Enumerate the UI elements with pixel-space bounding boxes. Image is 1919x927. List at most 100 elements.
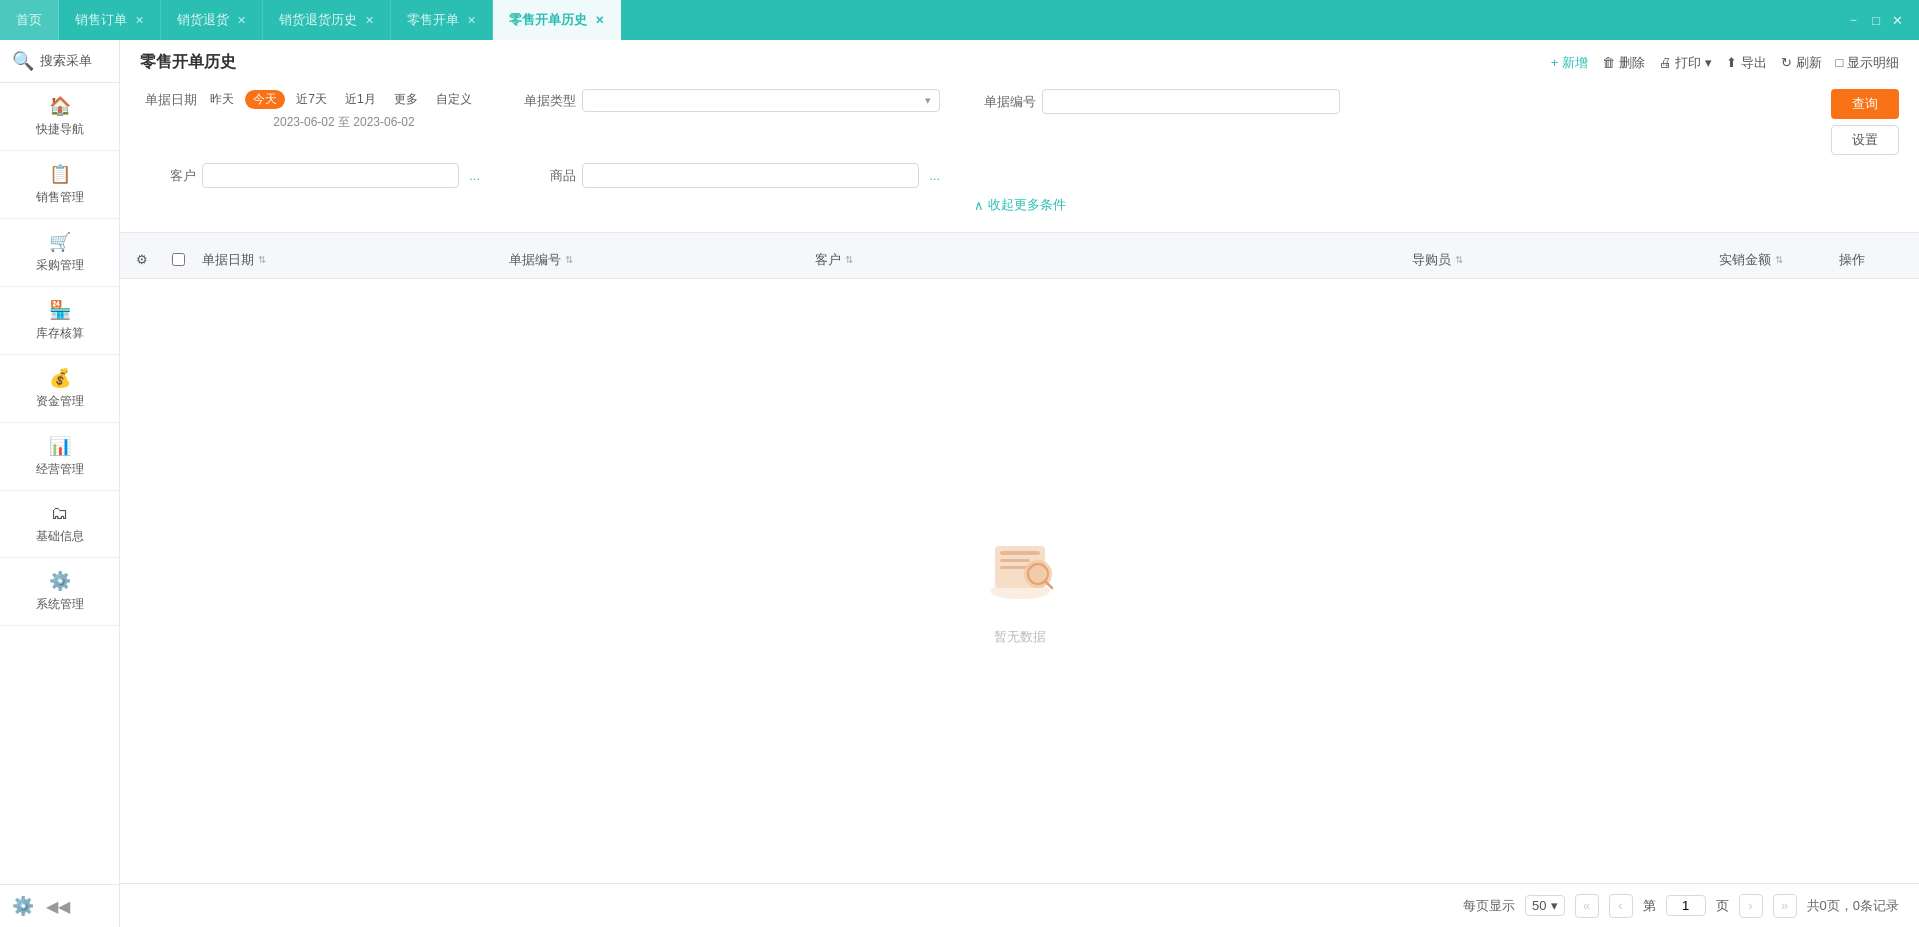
sidebar-item-search[interactable]: 🔍 搜索采单: [0, 40, 119, 83]
yesterday-btn[interactable]: 昨天: [203, 89, 241, 110]
refresh-button[interactable]: ↻ 刷新: [1781, 54, 1822, 72]
per-page-select[interactable]: 50 ▾: [1525, 895, 1564, 916]
amount-sort-icon: ⇅: [1775, 254, 1783, 265]
query-area: 单据日期 昨天 今天 近7天 近1月 更多 自定义 2023-06-: [140, 85, 1899, 232]
tab-home[interactable]: 首页: [0, 0, 59, 40]
last-page-btn[interactable]: »: [1773, 894, 1797, 918]
sidebar-item-system[interactable]: ⚙️ 系统管理: [0, 558, 119, 626]
display-detail-button[interactable]: □ 显示明细: [1836, 54, 1899, 72]
close-btn[interactable]: ✕: [1892, 13, 1903, 28]
th-checkbox[interactable]: [164, 253, 194, 266]
query-button[interactable]: 查询: [1831, 89, 1899, 119]
custom-btn[interactable]: 自定义: [429, 89, 479, 110]
maximize-btn[interactable]: □: [1872, 13, 1880, 28]
sidebar-item-finance[interactable]: 💰 资金管理: [0, 355, 119, 423]
delete-btn-label: 🗑 删除: [1602, 54, 1645, 72]
type-select[interactable]: ▾: [582, 89, 940, 112]
sidebar-item-inventory[interactable]: 🏪 库存核算: [0, 287, 119, 355]
sidebar-item-purchase-mgmt[interactable]: 🛒 采购管理: [0, 219, 119, 287]
tab-sales-return-history-label: 销货退货历史: [279, 11, 357, 29]
query-action-btns: 查询 设置: [1831, 89, 1899, 155]
num-input[interactable]: [1042, 89, 1340, 114]
th-guide[interactable]: 导购员 ⇅: [1404, 251, 1711, 269]
query-row-2: 客户 ... 商品 ...: [140, 159, 1899, 192]
sidebar-quick-nav-label: 快捷导航: [36, 121, 84, 138]
th-amount-label: 实销金额: [1719, 251, 1771, 269]
th-amount[interactable]: 实销金额 ⇅: [1711, 251, 1831, 269]
print-button[interactable]: 🖨 打印 ▾: [1659, 54, 1713, 72]
customer-input[interactable]: [202, 163, 459, 188]
tab-sales-order-close[interactable]: ✕: [135, 14, 144, 27]
window-controls: － □ ✕: [1847, 11, 1919, 29]
basic-info-icon: 🗂: [51, 503, 69, 524]
date-sort-icon: ⇅: [258, 254, 266, 265]
tab-sales-return-label: 销货退货: [177, 11, 229, 29]
th-num[interactable]: 单据编号 ⇅: [501, 251, 808, 269]
first-page-icon: «: [1583, 898, 1590, 913]
tab-retail-open[interactable]: 零售开单 ✕: [391, 0, 493, 40]
table-container: ⚙ 单据日期 ⇅ 单据编号 ⇅ 客户 ⇅ 导购员 ⇅: [120, 241, 1919, 883]
sidebar-settings-btn[interactable]: ⚙️: [12, 895, 34, 917]
tab-sales-return-history-close[interactable]: ✕: [365, 14, 374, 27]
th-customer[interactable]: 客户 ⇅: [807, 251, 1404, 269]
collapse-button[interactable]: ∧ 收起更多条件: [974, 196, 1066, 214]
collapse-up-icon: ∧: [974, 198, 984, 213]
tab-sales-order[interactable]: 销售订单 ✕: [59, 0, 161, 40]
sales-icon: 📋: [49, 163, 71, 185]
tab-retail-open-history[interactable]: 零售开单历史 ✕: [493, 0, 621, 40]
total-info: 共0页，0条记录: [1807, 897, 1899, 915]
th-settings[interactable]: ⚙: [128, 252, 164, 267]
num-field: 单据编号: [980, 89, 1340, 114]
add-button[interactable]: + 新增: [1551, 54, 1588, 72]
goods-input[interactable]: [582, 163, 919, 188]
sidebar-item-sales-mgmt[interactable]: 📋 销售管理: [0, 151, 119, 219]
prev-page-icon: ‹: [1618, 898, 1622, 913]
sidebar-bottom: ⚙️ ◀◀: [0, 884, 119, 927]
tab-retail-open-close[interactable]: ✕: [467, 14, 476, 27]
last-page-icon: »: [1781, 898, 1788, 913]
collapse-bar: ∧ 收起更多条件: [140, 192, 1899, 222]
last1month-btn[interactable]: 近1月: [338, 89, 383, 110]
tab-sales-return-close[interactable]: ✕: [237, 14, 246, 27]
date-range: 2023-06-02 至 2023-06-02: [273, 115, 414, 129]
th-date[interactable]: 单据日期 ⇅: [194, 251, 501, 269]
top-tabbar: 首页 销售订单 ✕ 销货退货 ✕ 销货退货历史 ✕ 零售开单 ✕ 零售开单历史 …: [0, 0, 1919, 40]
svg-rect-2: [1000, 551, 1040, 555]
collapse-label: 收起更多条件: [988, 196, 1066, 214]
next-page-btn[interactable]: ›: [1739, 894, 1763, 918]
purchase-icon: 🛒: [49, 231, 71, 253]
date-filter: 昨天 今天 近7天 近1月 更多 自定义: [203, 89, 478, 110]
page-number-input[interactable]: [1666, 895, 1706, 916]
num-label: 单据编号: [980, 93, 1036, 111]
sidebar-basic-info-label: 基础信息: [36, 528, 84, 545]
export-button[interactable]: ⬆ 导出: [1726, 54, 1767, 72]
first-page-btn[interactable]: «: [1575, 894, 1599, 918]
sidebar-item-operations[interactable]: 📊 经营管理: [0, 423, 119, 491]
customer-sort-icon: ⇅: [845, 254, 853, 265]
th-action: 操作: [1831, 251, 1911, 269]
settings-button[interactable]: 设置: [1831, 125, 1899, 155]
tab-sales-return[interactable]: 销货退货 ✕: [161, 0, 263, 40]
next-page-icon: ›: [1748, 898, 1752, 913]
sidebar-item-quick-nav[interactable]: 🏠 快捷导航: [0, 83, 119, 151]
today-btn[interactable]: 今天: [245, 90, 285, 109]
sidebar-finance-label: 资金管理: [36, 393, 84, 410]
tab-retail-open-history-close[interactable]: ✕: [595, 14, 604, 27]
goods-ellipsis-btn[interactable]: ...: [929, 168, 940, 183]
prev-page-btn[interactable]: ‹: [1609, 894, 1633, 918]
more-btn[interactable]: 更多: [387, 89, 425, 110]
sidebar-collapse-btn[interactable]: ◀◀: [46, 897, 70, 916]
inventory-icon: 🏪: [49, 299, 71, 321]
customer-ellipsis-btn[interactable]: ...: [469, 168, 480, 183]
sidebar-item-basic-info[interactable]: 🗂 基础信息: [0, 491, 119, 558]
tab-sales-return-history[interactable]: 销货退货历史 ✕: [263, 0, 391, 40]
page-header: 零售开单历史 + 新增 🗑 删除 🖨 打印 ▾ ⬆ 导出: [120, 40, 1919, 233]
th-customer-label: 客户: [815, 251, 841, 269]
last7days-btn[interactable]: 近7天: [289, 89, 334, 110]
type-field: 单据类型 ▾: [520, 89, 940, 112]
minimize-btn[interactable]: －: [1847, 11, 1860, 29]
tab-retail-open-history-label: 零售开单历史: [509, 11, 587, 29]
page-title-bar: 零售开单历史 + 新增 🗑 删除 🖨 打印 ▾ ⬆ 导出: [140, 52, 1899, 73]
select-all-checkbox[interactable]: [172, 253, 185, 266]
delete-button[interactable]: 🗑 删除: [1602, 54, 1645, 72]
